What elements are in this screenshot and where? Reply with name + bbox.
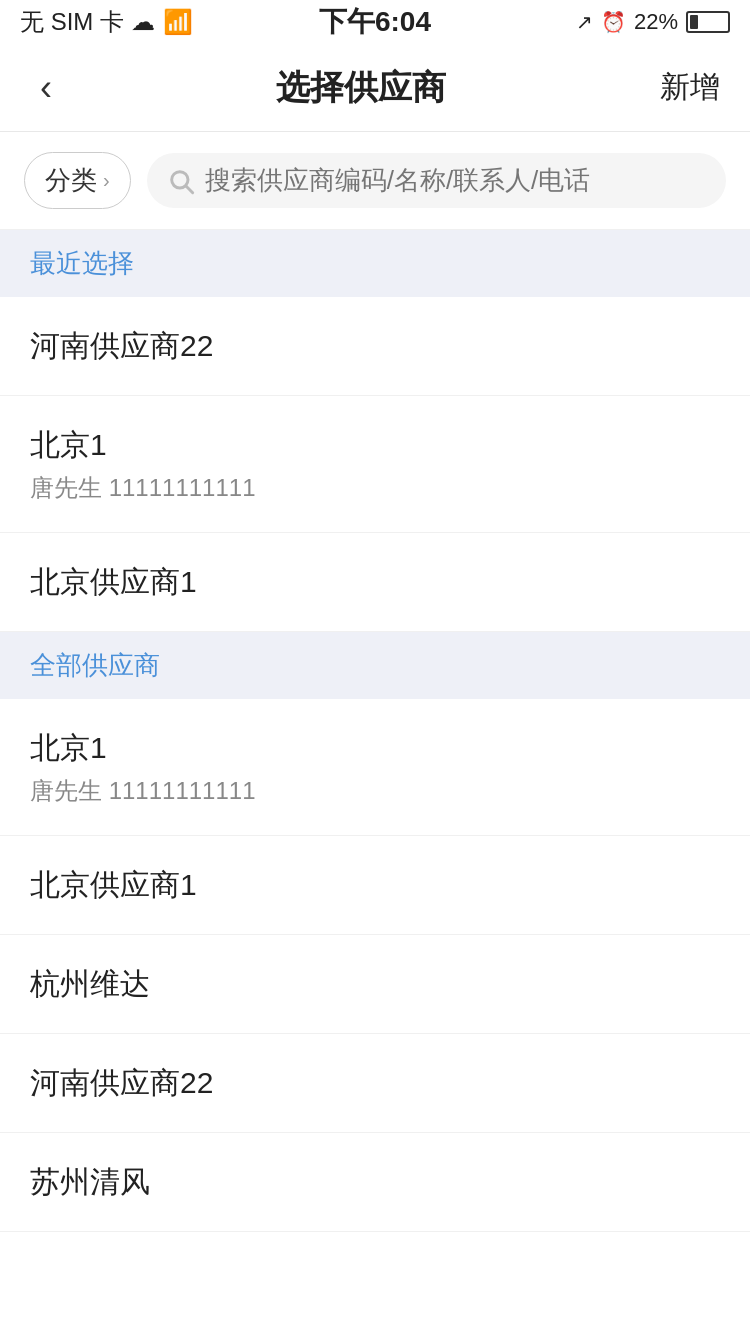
status-right: ↗ ⏰ 22%	[576, 9, 730, 35]
status-left: 无 SIM 卡 ☁ 📶	[20, 6, 193, 38]
all-list-item[interactable]: 北京1 唐先生 11111111111	[0, 699, 750, 836]
all-list-item[interactable]: 杭州维达	[0, 935, 750, 1034]
battery-percentage: 22%	[634, 9, 678, 35]
status-bar: 无 SIM 卡 ☁ 📶 下午6:04 ↗ ⏰ 22%	[0, 0, 750, 44]
item-name: 北京供应商1	[30, 561, 720, 603]
chevron-right-icon: ›	[103, 169, 110, 192]
item-name: 苏州清风	[30, 1161, 720, 1203]
status-time: 下午6:04	[319, 3, 431, 41]
category-label: 分类	[45, 163, 97, 198]
search-bar: 分类 ›	[0, 132, 750, 230]
wifi-icon: 📶	[163, 8, 193, 36]
recent-list-item[interactable]: 北京1 唐先生 11111111111	[0, 396, 750, 533]
category-filter-button[interactable]: 分类 ›	[24, 152, 131, 209]
all-list-item[interactable]: 河南供应商22	[0, 1034, 750, 1133]
item-name: 北京1	[30, 727, 720, 769]
nav-bar: ‹ 选择供应商 新增	[0, 44, 750, 132]
all-list-item[interactable]: 北京供应商1	[0, 836, 750, 935]
search-wrapper	[147, 153, 726, 208]
item-name: 杭州维达	[30, 963, 720, 1005]
recent-section-header: 最近选择	[0, 230, 750, 297]
all-items-list: 北京1 唐先生 11111111111 北京供应商1 杭州维达河南供应商22 苏州清风	[0, 699, 750, 1232]
alarm-icon: ⏰	[601, 10, 626, 34]
recent-list-item[interactable]: 河南供应商22	[0, 297, 750, 396]
recent-items-list: 河南供应商22 北京1 唐先生 11111111111 北京供应商1	[0, 297, 750, 632]
all-section-label: 全部供应商	[30, 650, 160, 680]
location-icon: ↗	[576, 10, 593, 34]
item-sub: 唐先生 11111111111	[30, 775, 720, 807]
all-section-header: 全部供应商	[0, 632, 750, 699]
all-list-item[interactable]: 苏州清风	[0, 1133, 750, 1232]
recent-list-item[interactable]: 北京供应商1	[0, 533, 750, 632]
item-name: 北京供应商1	[30, 864, 720, 906]
sim-label: 无 SIM 卡 ☁	[20, 6, 155, 38]
back-button[interactable]: ‹	[30, 57, 62, 119]
item-name: 河南供应商22	[30, 1062, 720, 1104]
item-name: 北京1	[30, 424, 720, 466]
page-title: 选择供应商	[276, 65, 446, 111]
battery-icon	[686, 11, 730, 33]
item-sub: 唐先生 11111111111	[30, 472, 720, 504]
recent-section-label: 最近选择	[30, 248, 134, 278]
svg-line-1	[186, 186, 192, 192]
search-input[interactable]	[205, 165, 706, 196]
item-name: 河南供应商22	[30, 325, 720, 367]
add-new-button[interactable]: 新增	[660, 67, 720, 108]
search-icon	[167, 167, 195, 195]
